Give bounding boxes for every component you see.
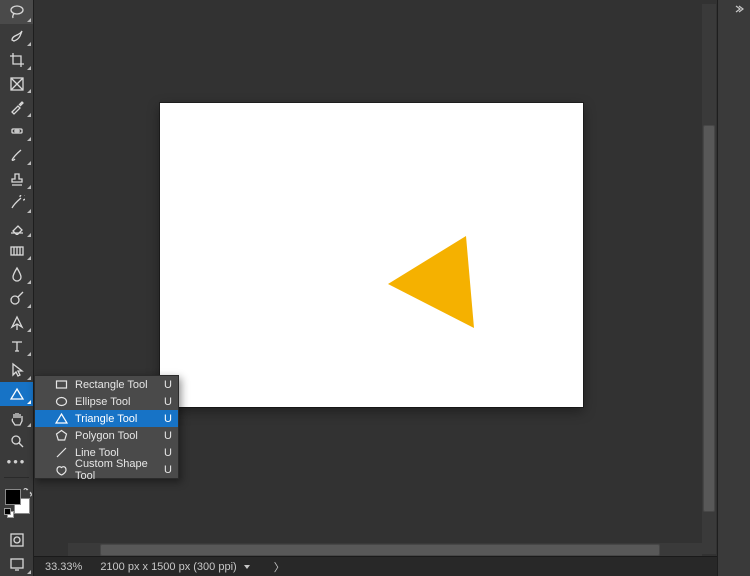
status-bar: 33.33% 2100 px x 1500 px (300 ppi) 〉: [33, 556, 718, 576]
flyout-item-shortcut: U: [158, 396, 172, 408]
stamp-tool[interactable]: [0, 167, 33, 191]
custom-shape-icon: [53, 463, 69, 476]
polygon-icon: [53, 429, 69, 442]
panel-collapse-icon[interactable]: [734, 4, 744, 14]
swap-colors-icon[interactable]: [23, 487, 33, 497]
default-colors-icon[interactable]: [4, 508, 14, 518]
flyout-item-triangle[interactable]: Triangle Tool U: [35, 410, 178, 427]
flyout-item-shortcut: U: [158, 430, 172, 442]
color-swatch[interactable]: [4, 488, 33, 528]
document-dimensions: 2100 px x 1500 px (300 ppi): [100, 561, 236, 573]
zoom-tool[interactable]: [0, 429, 33, 453]
flyout-item-label: Triangle Tool: [75, 413, 152, 425]
vertical-scrollbar[interactable]: [702, 4, 716, 554]
hand-tool[interactable]: [0, 406, 33, 430]
ellipse-icon: [53, 395, 69, 408]
toolbar-divider: [4, 477, 29, 486]
triangle-icon: [53, 412, 69, 425]
vertical-scrollbar-thumb[interactable]: [703, 125, 715, 512]
gradient-tool[interactable]: [0, 239, 33, 263]
canvas[interactable]: [160, 103, 583, 407]
history-brush-tool[interactable]: [0, 191, 33, 215]
zoom-level[interactable]: 33.33%: [45, 561, 82, 573]
flyout-item-label: Custom Shape Tool: [75, 458, 152, 482]
pen-tool[interactable]: [0, 310, 33, 334]
dodge-tool[interactable]: [0, 286, 33, 310]
blur-tool[interactable]: [0, 262, 33, 286]
chevron-down-icon[interactable]: [244, 565, 250, 569]
shape-tool-flyout: Rectangle Tool U Ellipse Tool U Triangle…: [34, 375, 179, 479]
flyout-item-ellipse[interactable]: Ellipse Tool U: [35, 393, 178, 410]
flyout-item-rectangle[interactable]: Rectangle Tool U: [35, 376, 178, 393]
brush-selection-tool[interactable]: [0, 24, 33, 48]
triangle-shape: [388, 236, 474, 328]
path-selection-tool[interactable]: [0, 358, 33, 382]
horizontal-scrollbar[interactable]: [68, 543, 702, 557]
healing-brush-tool[interactable]: [0, 119, 33, 143]
type-tool[interactable]: [0, 334, 33, 358]
screen-mode-toggle[interactable]: [0, 552, 33, 576]
right-panel-strip: [717, 0, 750, 576]
foreground-color-swatch[interactable]: [5, 489, 21, 505]
flyout-item-shortcut: U: [158, 379, 172, 391]
status-expand-icon[interactable]: 〉: [274, 559, 285, 575]
toolbar: •••: [0, 0, 34, 576]
eyedropper-tool[interactable]: [0, 95, 33, 119]
flyout-item-label: Ellipse Tool: [75, 396, 152, 408]
flyout-item-label: Polygon Tool: [75, 430, 152, 442]
horizontal-scrollbar-thumb[interactable]: [100, 544, 660, 556]
shape-tool[interactable]: [0, 382, 33, 406]
rectangle-icon: [53, 378, 69, 391]
flyout-item-shortcut: U: [158, 447, 172, 459]
flyout-item-polygon[interactable]: Polygon Tool U: [35, 427, 178, 444]
edit-toolbar-button[interactable]: •••: [0, 453, 33, 473]
eraser-tool[interactable]: [0, 215, 33, 239]
lasso-tool[interactable]: [0, 0, 33, 24]
app-root: 33.33% 2100 px x 1500 px (300 ppi) 〉: [0, 0, 750, 576]
brush-tool[interactable]: [0, 143, 33, 167]
canvas-artwork: [160, 103, 583, 407]
flyout-item-label: Rectangle Tool: [75, 379, 152, 391]
flyout-item-custom-shape[interactable]: Custom Shape Tool U: [35, 461, 178, 478]
flyout-item-shortcut: U: [158, 413, 172, 425]
line-icon: [53, 446, 69, 459]
quick-mask-toggle[interactable]: [0, 528, 33, 552]
flyout-item-shortcut: U: [158, 464, 172, 476]
crop-tool[interactable]: [0, 48, 33, 72]
frame-tool[interactable]: [0, 72, 33, 96]
